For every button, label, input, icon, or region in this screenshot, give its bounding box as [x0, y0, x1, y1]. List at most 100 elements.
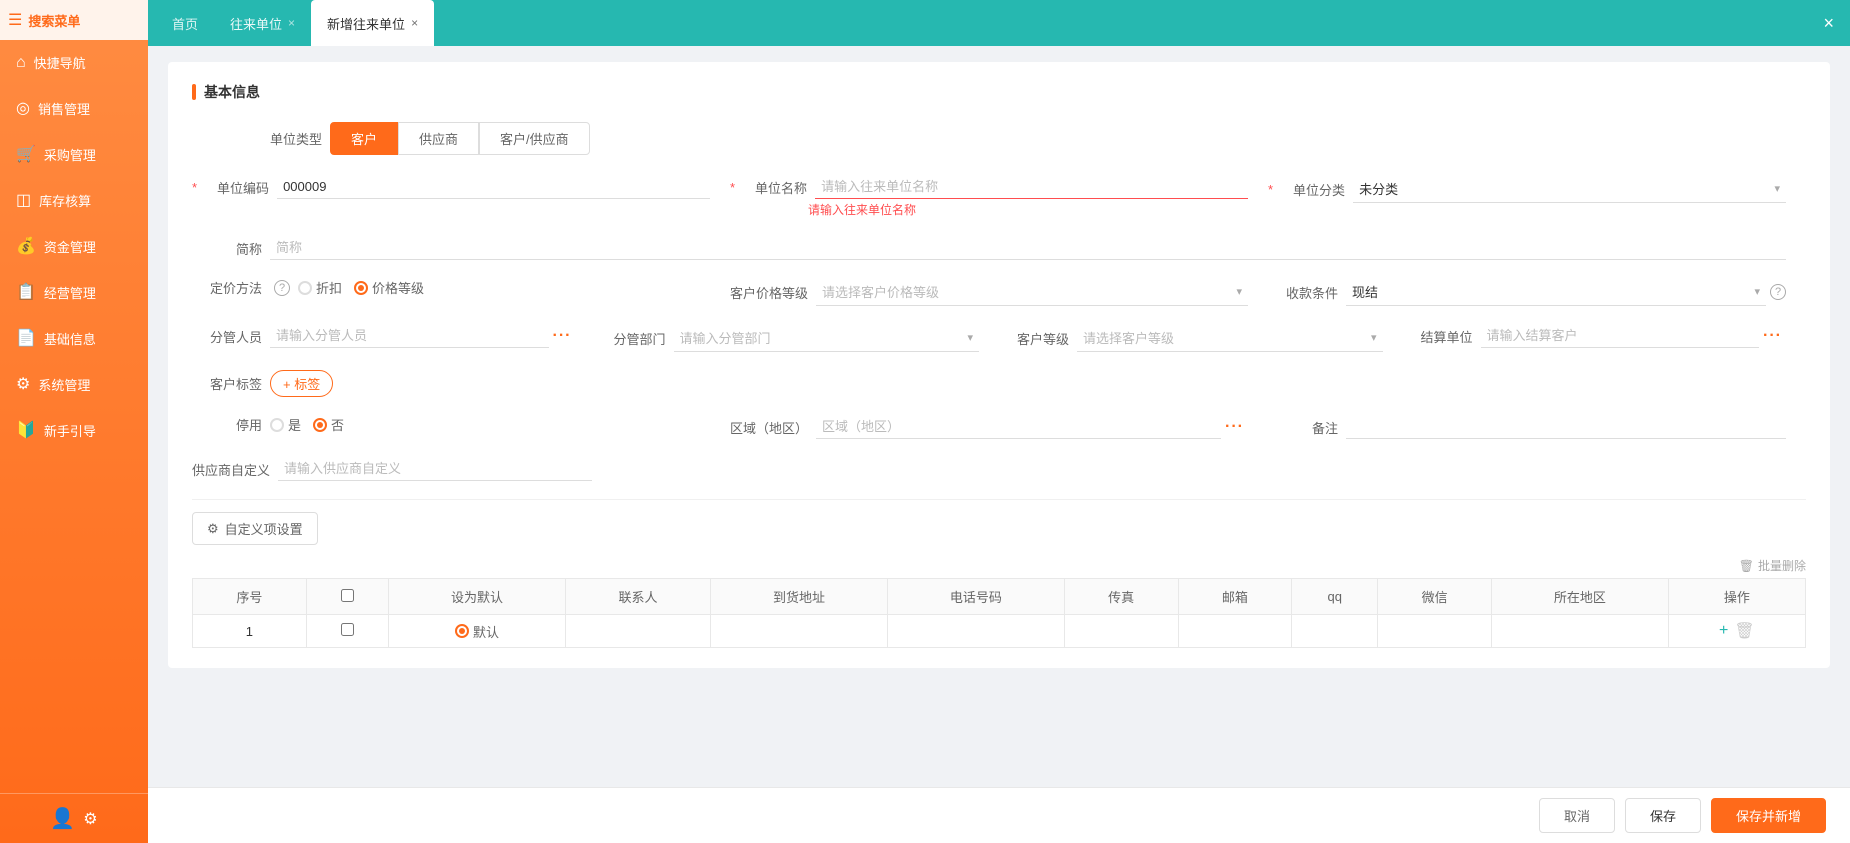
disabled-radio-group: 是 否 [270, 415, 344, 434]
sidebar-item-purchase[interactable]: 🛒 采购管理 [0, 131, 148, 177]
sidebar-item-quick-nav[interactable]: ⌂ 快捷导航 [0, 40, 148, 85]
window-close-button[interactable]: × [1815, 13, 1842, 34]
unit-category-select[interactable]: 未分类 ▾ [1353, 175, 1786, 203]
tab-partners-label: 往来单位 [230, 14, 282, 33]
batch-delete-button[interactable]: 🗑 批量删除 [1739, 557, 1806, 574]
manager-input[interactable] [270, 324, 549, 348]
row-select-checkbox[interactable] [341, 623, 354, 636]
customer-level-field: 客户等级 请选择客户等级 ▾ [999, 324, 1403, 352]
pricing-discount-radio[interactable]: 折扣 [298, 278, 342, 297]
pricing-radio-group: 折扣 价格等级 [298, 278, 424, 297]
col-qq: qq [1292, 579, 1378, 615]
batch-delete-area: 🗑 批量删除 [192, 557, 1806, 574]
pricing-price-level-radio-circle [354, 281, 368, 295]
row-default-radio[interactable]: 默认 [399, 622, 555, 641]
search-menu[interactable]: ☰ 搜索菜单 [0, 0, 148, 40]
disabled-yes-radio[interactable]: 是 [270, 415, 301, 434]
sidebar-item-operations[interactable]: 📋 经营管理 [0, 269, 148, 315]
custom-settings-button[interactable]: ⚙ 自定义项设置 [192, 512, 318, 545]
sidebar-item-inventory[interactable]: ◫ 库存核算 [0, 177, 148, 223]
sales-icon: ◎ [16, 98, 30, 118]
tab-new-partner-close[interactable]: × [411, 16, 418, 30]
row-email [1178, 615, 1292, 648]
save-button[interactable]: 保存 [1625, 798, 1701, 833]
unit-name-error: 请输入往来单位名称 [730, 201, 916, 218]
col-index: 序号 [193, 579, 307, 615]
supplier-custom-field: 供应商自定义 [192, 457, 612, 481]
footer: 取消 保存 保存并新增 [148, 787, 1850, 843]
notes-label: 备注 [1268, 418, 1338, 437]
row-fax [1064, 615, 1178, 648]
manager-label: 分管人员 [192, 327, 262, 346]
customer-tag-field: 客户标签 + 标签 [192, 370, 1806, 397]
guide-icon: 🔰 [16, 420, 36, 440]
select-all-checkbox[interactable] [341, 589, 354, 602]
tab-home[interactable]: 首页 [156, 0, 214, 46]
disabled-yes-label: 是 [288, 415, 301, 434]
form-row-4: 分管人员 ··· 分管部门 请输入分管部门 ▾ 客户等级 请选择客户等级 ▾ [192, 324, 1806, 352]
sidebar-item-system[interactable]: ⚙ 系统管理 [0, 361, 148, 407]
sidebar-item-label: 快捷导航 [34, 53, 86, 72]
settlement-unit-input[interactable] [1481, 324, 1760, 348]
pricing-price-level-radio[interactable]: 价格等级 [354, 278, 424, 297]
settlement-unit-label: 结算单位 [1403, 327, 1473, 346]
sidebar-item-label: 新手引导 [44, 421, 96, 440]
abbr-input[interactable] [270, 236, 1786, 260]
unit-code-field: * 单位编码 [192, 175, 730, 199]
row-contact [565, 615, 710, 648]
unit-name-field: * 单位名称 请输入往来单位名称 [730, 175, 1268, 218]
pricing-discount-label: 折扣 [316, 278, 342, 297]
customer-price-level-select[interactable]: 请选择客户价格等级 ▾ [816, 278, 1248, 306]
sidebar-item-finance[interactable]: 💰 资金管理 [0, 223, 148, 269]
cancel-button[interactable]: 取消 [1539, 798, 1615, 833]
payment-terms-label: 收款条件 [1268, 283, 1338, 302]
disabled-no-radio[interactable]: 否 [313, 415, 344, 434]
disabled-no-label: 否 [331, 415, 344, 434]
region-more-button[interactable]: ··· [1221, 418, 1248, 436]
contacts-table: 序号 设为默认 联系人 到货地址 电话号码 传真 邮箱 qq 微信 所在地区 操… [192, 578, 1806, 648]
region-input[interactable] [816, 415, 1221, 439]
add-tag-button[interactable]: + 标签 [270, 370, 333, 397]
user-icon[interactable]: 👤 [50, 806, 75, 831]
unit-type-supplier-button[interactable]: 供应商 [398, 122, 479, 155]
sidebar: ☰ 搜索菜单 ⌂ 快捷导航 ◎ 销售管理 🛒 采购管理 ◫ 库存核算 💰 资金管… [0, 0, 148, 843]
unit-type-customer-button[interactable]: 客户 [330, 122, 398, 155]
row-qq [1292, 615, 1378, 648]
unit-name-input[interactable] [815, 175, 1248, 199]
tab-new-partner[interactable]: 新增往来单位 × [311, 0, 434, 46]
sidebar-bottom: 👤 ⚙ [0, 793, 148, 843]
sidebar-item-basic[interactable]: 📄 基础信息 [0, 315, 148, 361]
tab-partners[interactable]: 往来单位 × [214, 0, 311, 46]
pricing-price-level-label: 价格等级 [372, 278, 424, 297]
row-add-button[interactable]: + [1719, 622, 1728, 640]
supplier-custom-input[interactable] [278, 457, 592, 481]
manager-more-button[interactable]: ··· [549, 327, 576, 345]
save-new-button[interactable]: 保存并新增 [1711, 798, 1826, 833]
unit-type-both-button[interactable]: 客户/供应商 [479, 122, 590, 155]
customer-price-level-field: 客户价格等级 请选择客户价格等级 ▾ [730, 278, 1268, 306]
form-row-6: 停用 是 否 区域（地区） ··· [192, 415, 1806, 439]
sidebar-item-sales[interactable]: ◎ 销售管理 [0, 85, 148, 131]
purchase-icon: 🛒 [16, 144, 36, 164]
tag-area: + 标签 [270, 370, 333, 397]
sidebar-item-label: 销售管理 [38, 99, 90, 118]
settings-icon[interactable]: ⚙ [83, 809, 97, 829]
col-action: 操作 [1668, 579, 1805, 615]
pricing-method-help-icon[interactable]: ? [274, 280, 290, 296]
dept-select[interactable]: 请输入分管部门 ▾ [674, 324, 980, 352]
unit-code-required: * [192, 180, 197, 195]
settlement-unit-more-button[interactable]: ··· [1759, 327, 1786, 345]
sidebar-item-guide[interactable]: 🔰 新手引导 [0, 407, 148, 453]
tab-partners-close[interactable]: × [288, 16, 295, 30]
payment-terms-help-icon[interactable]: ? [1770, 284, 1786, 300]
unit-code-input[interactable] [277, 175, 710, 199]
row-delete-button[interactable]: 🗑 [1734, 621, 1754, 641]
unit-category-value: 未分类 [1359, 179, 1774, 198]
customer-level-select[interactable]: 请选择客户等级 ▾ [1077, 324, 1383, 352]
section-title-icon [192, 84, 196, 100]
col-wechat: 微信 [1378, 579, 1492, 615]
unit-name-label: 单位名称 [737, 178, 807, 197]
unit-category-field: * 单位分类 未分类 ▾ [1268, 175, 1806, 203]
notes-input[interactable] [1346, 415, 1786, 439]
payment-terms-select[interactable]: 现结 ▾ [1346, 278, 1766, 306]
